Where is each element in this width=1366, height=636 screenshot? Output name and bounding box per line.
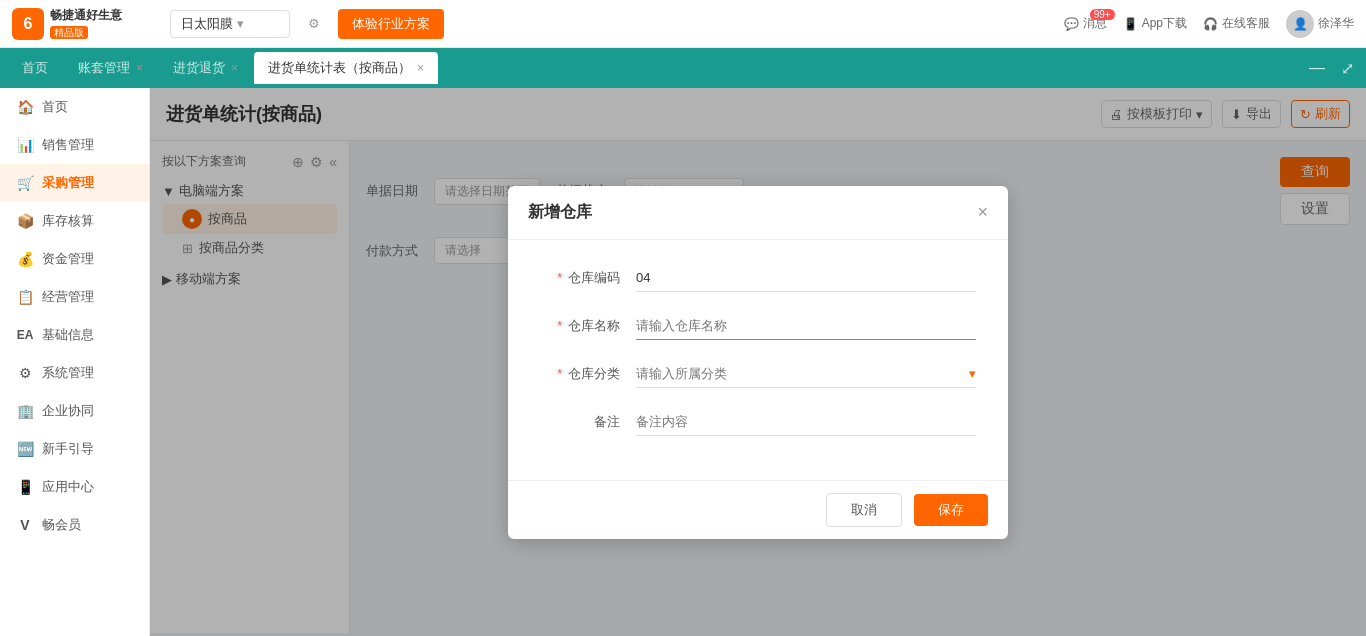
gear-button[interactable]: ⚙ [298,8,330,40]
tab-bar: 首页 账套管理 × 进货退货 × 进货单统计表（按商品） × — ⤢ [0,48,1366,88]
sidebar-item-enterprise[interactable]: 🏢 企业协同 [0,392,149,430]
sidebar-item-purchase[interactable]: 🛒 采购管理 [0,164,149,202]
modal-footer: 取消 保存 [508,480,1008,539]
modal-close-button[interactable]: × [977,202,988,223]
tab-home[interactable]: 首页 [8,52,62,84]
code-label: * 仓库编码 [540,269,620,287]
sidebar-item-member[interactable]: V 畅会员 [0,506,149,544]
main-layout: 🏠 首页 📊 销售管理 🛒 采购管理 📦 库存核算 💰 资金管理 📋 经营管理 … [0,88,1366,636]
name-label: * 仓库名称 [540,317,620,335]
finance-icon: 💰 [16,250,34,268]
online-service-button[interactable]: 🎧 在线客服 [1203,15,1270,32]
phone-icon: 📱 [1123,17,1138,31]
top-header: 6 畅捷通好生意 精品版 日太阳膜 ▾ ⚙ 体验行业方案 💬 消息 99+ 📱 … [0,0,1366,48]
tab-account[interactable]: 账套管理 × [64,52,157,84]
tab-purchase-return[interactable]: 进货退货 × [159,52,252,84]
cancel-button[interactable]: 取消 [826,493,902,527]
sidebar: 🏠 首页 📊 销售管理 🛒 采购管理 📦 库存核算 💰 资金管理 📋 经营管理 … [0,88,150,636]
chevron-down-icon: ▾ [237,16,244,31]
logo-text: 畅捷通好生意 精品版 [50,7,122,40]
home-icon: 🏠 [16,98,34,116]
sidebar-item-basic-info[interactable]: EA 基础信息 [0,316,149,354]
note-label: 备注 [540,413,620,431]
store-selector[interactable]: 日太阳膜 ▾ [170,10,290,38]
sidebar-item-guide[interactable]: 🆕 新手引导 [0,430,149,468]
tab-purchase-stats-close[interactable]: × [417,61,424,75]
new-warehouse-modal: 新增仓库 × * 仓库编码 * [508,186,1008,539]
sidebar-item-home[interactable]: 🏠 首页 [0,88,149,126]
basic-info-icon: EA [16,326,34,344]
tab-minimize-button[interactable]: — [1305,55,1329,82]
category-dropdown-icon: ▾ [969,366,976,381]
tab-purchase-stats[interactable]: 进货单统计表（按商品） × [254,52,438,84]
inventory-icon: 📦 [16,212,34,230]
code-input[interactable] [636,264,976,292]
modal-body: * 仓库编码 * 仓库名称 [508,240,1008,480]
system-icon: ⚙ [16,364,34,382]
form-row-note: 备注 [540,408,976,436]
guide-icon: 🆕 [16,440,34,458]
tab-maximize-button[interactable]: ⤢ [1337,55,1358,82]
tab-bar-actions: — ⤢ [1305,55,1358,82]
form-row-name: * 仓库名称 [540,312,976,340]
sidebar-item-sales[interactable]: 📊 销售管理 [0,126,149,164]
messages-button[interactable]: 💬 消息 99+ [1064,15,1107,32]
app-center-icon: 📱 [16,478,34,496]
member-icon: V [16,516,34,534]
content-area: 进货单统计(按商品) 🖨 按模板打印 ▾ ⬇ 导出 ↻ 刷新 [150,88,1366,636]
note-input[interactable] [636,408,976,436]
sidebar-item-operations[interactable]: 📋 经营管理 [0,278,149,316]
header-actions: 💬 消息 99+ 📱 App下载 🎧 在线客服 👤 徐泽华 [1064,10,1354,38]
user-icon: 👤 [1293,17,1308,31]
sidebar-item-system[interactable]: ⚙ 系统管理 [0,354,149,392]
enterprise-icon: 🏢 [16,402,34,420]
save-button[interactable]: 保存 [914,494,988,526]
logo-area: 6 畅捷通好生意 精品版 [12,7,162,40]
user-menu[interactable]: 👤 徐泽华 [1286,10,1354,38]
operations-icon: 📋 [16,288,34,306]
avatar: 👤 [1286,10,1314,38]
category-label: * 仓库分类 [540,365,620,383]
app-download-button[interactable]: 📱 App下载 [1123,15,1187,32]
form-row-code: * 仓库编码 [540,264,976,292]
tab-purchase-return-close[interactable]: × [231,61,238,75]
logo-icon: 6 [12,8,44,40]
modal-title: 新增仓库 [528,202,592,223]
trial-button[interactable]: 体验行业方案 [338,9,444,39]
purchase-icon: 🛒 [16,174,34,192]
category-input[interactable] [636,366,969,381]
headset-icon: 🎧 [1203,17,1218,31]
sidebar-item-inventory[interactable]: 📦 库存核算 [0,202,149,240]
header-icon-group: 💬 消息 99+ 📱 App下载 🎧 在线客服 👤 徐泽华 [1064,10,1354,38]
tab-account-close[interactable]: × [136,61,143,75]
sidebar-item-finance[interactable]: 💰 资金管理 [0,240,149,278]
category-select[interactable]: ▾ [636,360,976,388]
modal-backdrop: 新增仓库 × * 仓库编码 * [150,88,1366,636]
form-row-category: * 仓库分类 ▾ [540,360,976,388]
modal-header: 新增仓库 × [508,186,1008,240]
message-icon: 💬 [1064,17,1079,31]
sales-icon: 📊 [16,136,34,154]
sidebar-item-app-center[interactable]: 📱 应用中心 [0,468,149,506]
name-input[interactable] [636,312,976,340]
